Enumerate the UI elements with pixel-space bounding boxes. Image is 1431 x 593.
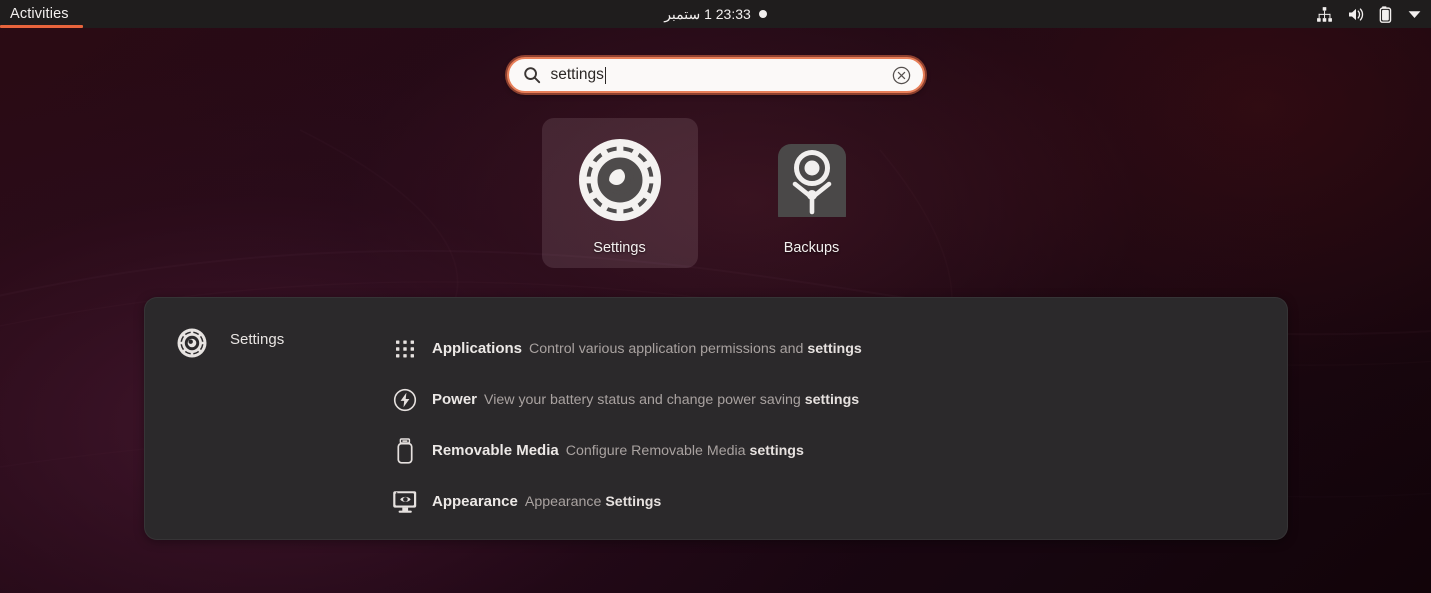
search-input[interactable]: settings: [551, 59, 882, 91]
settings-gear-icon: [574, 134, 666, 226]
text-cursor: [604, 66, 607, 84]
provider-header[interactable]: Settings: [145, 298, 392, 539]
app-tile-settings[interactable]: Settings: [541, 118, 698, 268]
result-row-appearance[interactable]: Appearance Appearance Settings: [392, 476, 1263, 527]
app-tile-label: Backups: [783, 240, 840, 256]
result-name: Appearance: [432, 493, 518, 510]
chevron-down-icon[interactable]: [1408, 10, 1421, 19]
backups-icon: [766, 134, 858, 226]
network-wired-icon: [1316, 6, 1333, 23]
result-description: Appearance Settings: [524, 494, 662, 510]
activities-button[interactable]: Activities: [0, 0, 83, 28]
result-name: Applications: [432, 340, 523, 357]
provider-result-list: Applications Control various application…: [392, 298, 1287, 539]
search-container: settings: [506, 57, 925, 93]
notification-indicator-dot: [758, 10, 767, 18]
activities-label: Activities: [10, 6, 69, 22]
search-entry[interactable]: settings: [506, 57, 925, 93]
result-text: Removable Media Configure Removable Medi…: [432, 442, 804, 459]
result-description: View your battery status and change powe…: [484, 392, 860, 408]
appearance-monitor-icon: [392, 489, 418, 515]
power-bolt-icon: [392, 387, 418, 413]
system-indicators[interactable]: [1316, 0, 1421, 28]
result-row-power[interactable]: Power View your battery status and chang…: [392, 374, 1263, 425]
search-provider-panel-settings: Settings Applications Control various ap…: [144, 297, 1288, 540]
provider-title: Settings: [230, 331, 285, 348]
app-search-results: Settings Backups: [0, 118, 1431, 268]
app-grid-icon: [392, 336, 418, 362]
clock-menu[interactable]: 23:33 1 ستمبر: [0, 0, 1431, 28]
clock-label: 23:33 1 ستمبر: [664, 5, 751, 22]
clear-icon[interactable]: [892, 66, 911, 85]
result-name: Power: [432, 391, 478, 408]
activities-active-underline: [0, 25, 83, 28]
volume-icon: [1347, 6, 1365, 23]
result-text: Applications Control various application…: [432, 340, 862, 357]
desktop-overview: Activities 23:33 1 ستمبر settings Settin…: [0, 0, 1431, 593]
app-tile-backups[interactable]: Backups: [734, 118, 890, 268]
usb-drive-icon: [392, 437, 418, 464]
result-description: Control various application permissions …: [529, 341, 862, 357]
settings-gear-icon: [176, 327, 208, 359]
search-input-value: settings: [550, 66, 604, 83]
result-text: Power View your battery status and chang…: [432, 391, 859, 408]
search-icon: [523, 66, 541, 84]
result-row-removable-media[interactable]: Removable Media Configure Removable Medi…: [392, 425, 1263, 476]
battery-icon: [1379, 5, 1394, 23]
result-description: Configure Removable Media settings: [565, 443, 804, 459]
result-name: Removable Media: [432, 442, 559, 459]
top-bar: Activities 23:33 1 ستمبر: [0, 0, 1431, 28]
result-text: Appearance Appearance Settings: [432, 493, 661, 510]
result-row-applications[interactable]: Applications Control various application…: [392, 323, 1263, 374]
app-tile-label: Settings: [593, 240, 646, 256]
